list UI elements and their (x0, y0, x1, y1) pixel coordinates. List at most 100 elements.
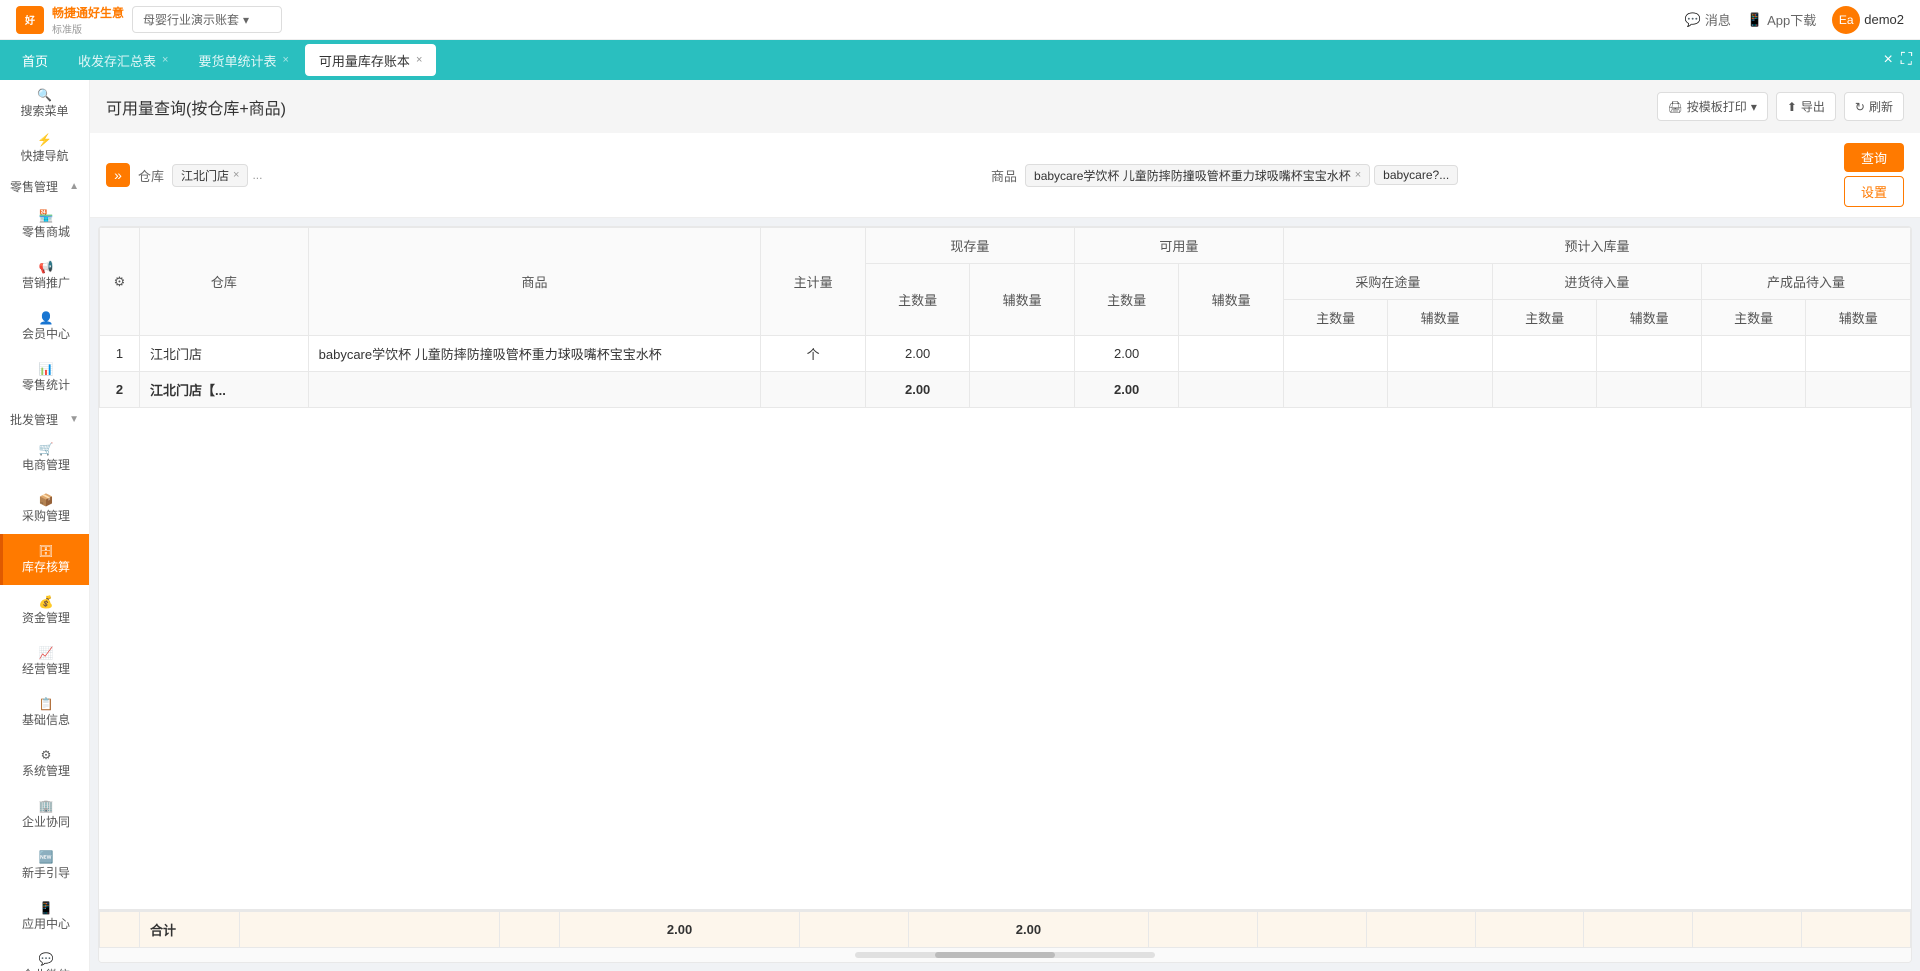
sidebar-item-inventory-check[interactable]: 🗄 库存核算 (0, 534, 89, 585)
tab-requisition-close[interactable]: × (282, 54, 288, 66)
enterprise-icon: 🏢 (39, 799, 54, 813)
tab-inventory[interactable]: 可用量库存账本 × (305, 44, 436, 76)
footer-empty1 (100, 912, 140, 948)
marketing-label: 营销推广 (22, 274, 70, 291)
logo-text: 畅捷通好生意 (52, 4, 124, 21)
settings-button[interactable]: 设置 (1844, 176, 1904, 207)
operations-label: 经营管理 (22, 660, 70, 677)
tab-requisition[interactable]: 要货单统计表 × (184, 44, 302, 76)
col-stock-group: 现存量 (865, 228, 1074, 264)
content-area: 可用量查询(按仓库+商品) 🖨 按模板打印 ▾ ⬆ 导出 ↻ 刷新 » (90, 80, 1920, 971)
scrollbar-thumb[interactable] (935, 952, 1055, 958)
row-arrival-main (1492, 336, 1597, 372)
scrollbar-track[interactable] (855, 952, 1155, 958)
row-avail-aux (1179, 336, 1284, 372)
wholesale-group-label: 批发管理 (10, 411, 58, 428)
marketing-icon: 📢 (39, 260, 54, 274)
basic-info-icon: 📋 (39, 697, 54, 711)
fullscreen-icon[interactable]: ⛶ (1901, 51, 1912, 69)
new-guide-label: 新手引导 (22, 864, 70, 881)
sidebar-item-app-center[interactable]: 📱 应用中心 (0, 891, 89, 942)
table-row-subtotal: 2 江北门店【... 2.00 2.00 (100, 372, 1911, 408)
tab-home[interactable]: 首页 (8, 44, 62, 76)
footer-stock-aux (800, 912, 909, 948)
print-dropdown-icon: ▾ (1751, 100, 1757, 114)
sidebar-item-retail-store[interactable]: 🏪 零售商城 (0, 199, 89, 250)
sidebar-search-menu[interactable]: 🔍 搜索菜单 (0, 80, 89, 127)
col-unit: 主计量 (761, 228, 866, 336)
avatar-text: Ea (1839, 13, 1854, 27)
product-tag-1[interactable]: babycare学饮杯 儿童防摔防撞吸管杯重力球吸嘴杯宝宝水杯 × (1025, 164, 1370, 187)
industry-selector[interactable]: 母婴行业演示账套 ▾ (132, 6, 282, 33)
sidebar-item-operations[interactable]: 📈 经营管理 (0, 636, 89, 687)
warehouse-tags: 江北门店 × ... (172, 164, 983, 187)
col-purchase-group: 采购在途量 (1283, 264, 1492, 300)
tab-collection-close[interactable]: × (162, 54, 168, 66)
sidebar-item-new-guide[interactable]: 🆕 新手引导 (0, 840, 89, 891)
tab-home-label: 首页 (22, 51, 48, 70)
export-button[interactable]: ⬆ 导出 (1776, 92, 1836, 121)
product-tag-2-text: babycare?... (1383, 168, 1449, 182)
user-profile[interactable]: Ea demo2 (1832, 6, 1904, 34)
app-download-button[interactable]: 📱 App下载 (1747, 10, 1816, 29)
sidebar-group-retail[interactable]: 零售管理 ▲ (0, 170, 89, 199)
page-title: 可用量查询(按仓库+商品) (106, 95, 286, 119)
app-center-label: 应用中心 (22, 915, 70, 932)
sidebar-item-marketing[interactable]: 📢 营销推广 (0, 250, 89, 301)
col-production-aux: 辅数量 (1806, 300, 1911, 336)
row-warehouse: 江北门店 (140, 336, 309, 372)
print-label: 按模板打印 (1687, 98, 1747, 115)
top-bar-left: 好 畅捷通好生意 标准版 母婴行业演示账套 ▾ (16, 4, 282, 36)
sidebar-item-basic-info[interactable]: 📋 基础信息 (0, 687, 89, 738)
warehouse-filter-label: 仓库 (138, 166, 164, 185)
app-center-icon: 📱 (39, 901, 54, 915)
table-footer: 合计 2.00 2.00 (99, 909, 1911, 948)
sidebar-item-member[interactable]: 👤 会员中心 (0, 301, 89, 352)
col-avail-group: 可用量 (1074, 228, 1283, 264)
sidebar-item-enterprise[interactable]: 🏢 企业协同 (0, 789, 89, 840)
footer-avail-aux (1148, 912, 1257, 948)
product-tag-2[interactable]: babycare?... (1374, 165, 1458, 185)
col-purchase-main: 主数量 (1283, 300, 1388, 336)
refresh-button[interactable]: ↻ 刷新 (1844, 92, 1904, 121)
product-tag-1-remove[interactable]: × (1355, 169, 1361, 181)
sidebar-item-ecommerce[interactable]: 🛒 电商管理 (0, 432, 89, 483)
retail-stats-label: 零售统计 (22, 376, 70, 393)
sidebar-group-wholesale[interactable]: 批发管理 ▼ (0, 403, 89, 432)
warehouse-tag[interactable]: 江北门店 × (172, 164, 248, 187)
row-product: babycare学饮杯 儿童防摔防撞吸管杯重力球吸嘴杯宝宝水杯 (308, 336, 761, 372)
refresh-icon: ↻ (1855, 100, 1865, 114)
row-unit: 个 (761, 336, 866, 372)
subtotal-avail-main: 2.00 (1074, 372, 1179, 408)
sidebar-item-enterprise-wechat[interactable]: 💬 企业微信 (0, 942, 89, 971)
export-label: 导出 (1801, 98, 1825, 115)
footer-empty3 (500, 912, 560, 948)
warehouse-more[interactable]: ... (252, 168, 262, 182)
row-production-aux (1806, 336, 1911, 372)
data-table: ⚙ 仓库 商品 主计量 现存量 可用量 预计入库量 主数量 辅数量 主数量 (99, 227, 1911, 408)
subtotal-unit (761, 372, 866, 408)
system-icon: ⚙ (41, 748, 52, 762)
table-scrollbar[interactable] (99, 948, 1911, 962)
tab-inventory-close[interactable]: × (416, 54, 422, 66)
close-all-icon[interactable]: × (1883, 51, 1892, 69)
sidebar-item-retail-stats[interactable]: 📊 零售统计 (0, 352, 89, 403)
warehouse-tag-remove[interactable]: × (233, 169, 239, 181)
filter-toggle-button[interactable]: » (106, 163, 130, 187)
top-bar: 好 畅捷通好生意 标准版 母婴行业演示账套 ▾ 💬 消息 📱 App下载 Ea … (0, 0, 1920, 40)
sidebar-item-finance[interactable]: 💰 资金管理 (0, 585, 89, 636)
print-button[interactable]: 🖨 按模板打印 ▾ (1657, 92, 1768, 121)
sidebar-item-system[interactable]: ⚙ 系统管理 (0, 738, 89, 789)
message-button[interactable]: 💬 消息 (1685, 10, 1731, 29)
message-icon: 💬 (1685, 12, 1701, 28)
industry-label: 母婴行业演示账套 (143, 11, 239, 28)
tab-collection-label: 收发存汇总表 (78, 51, 156, 70)
sidebar-item-purchase[interactable]: 📦 采购管理 (0, 483, 89, 534)
download-icon: 📱 (1747, 12, 1763, 28)
enterprise-label: 企业协同 (22, 813, 70, 830)
query-button[interactable]: 查询 (1844, 143, 1904, 172)
footer-production-main (1693, 912, 1802, 948)
tab-collection[interactable]: 收发存汇总表 × (64, 44, 182, 76)
sidebar-quick-nav[interactable]: ⚡ 快捷导航 (0, 127, 89, 170)
search-menu-label: 搜索菜单 (20, 102, 68, 119)
